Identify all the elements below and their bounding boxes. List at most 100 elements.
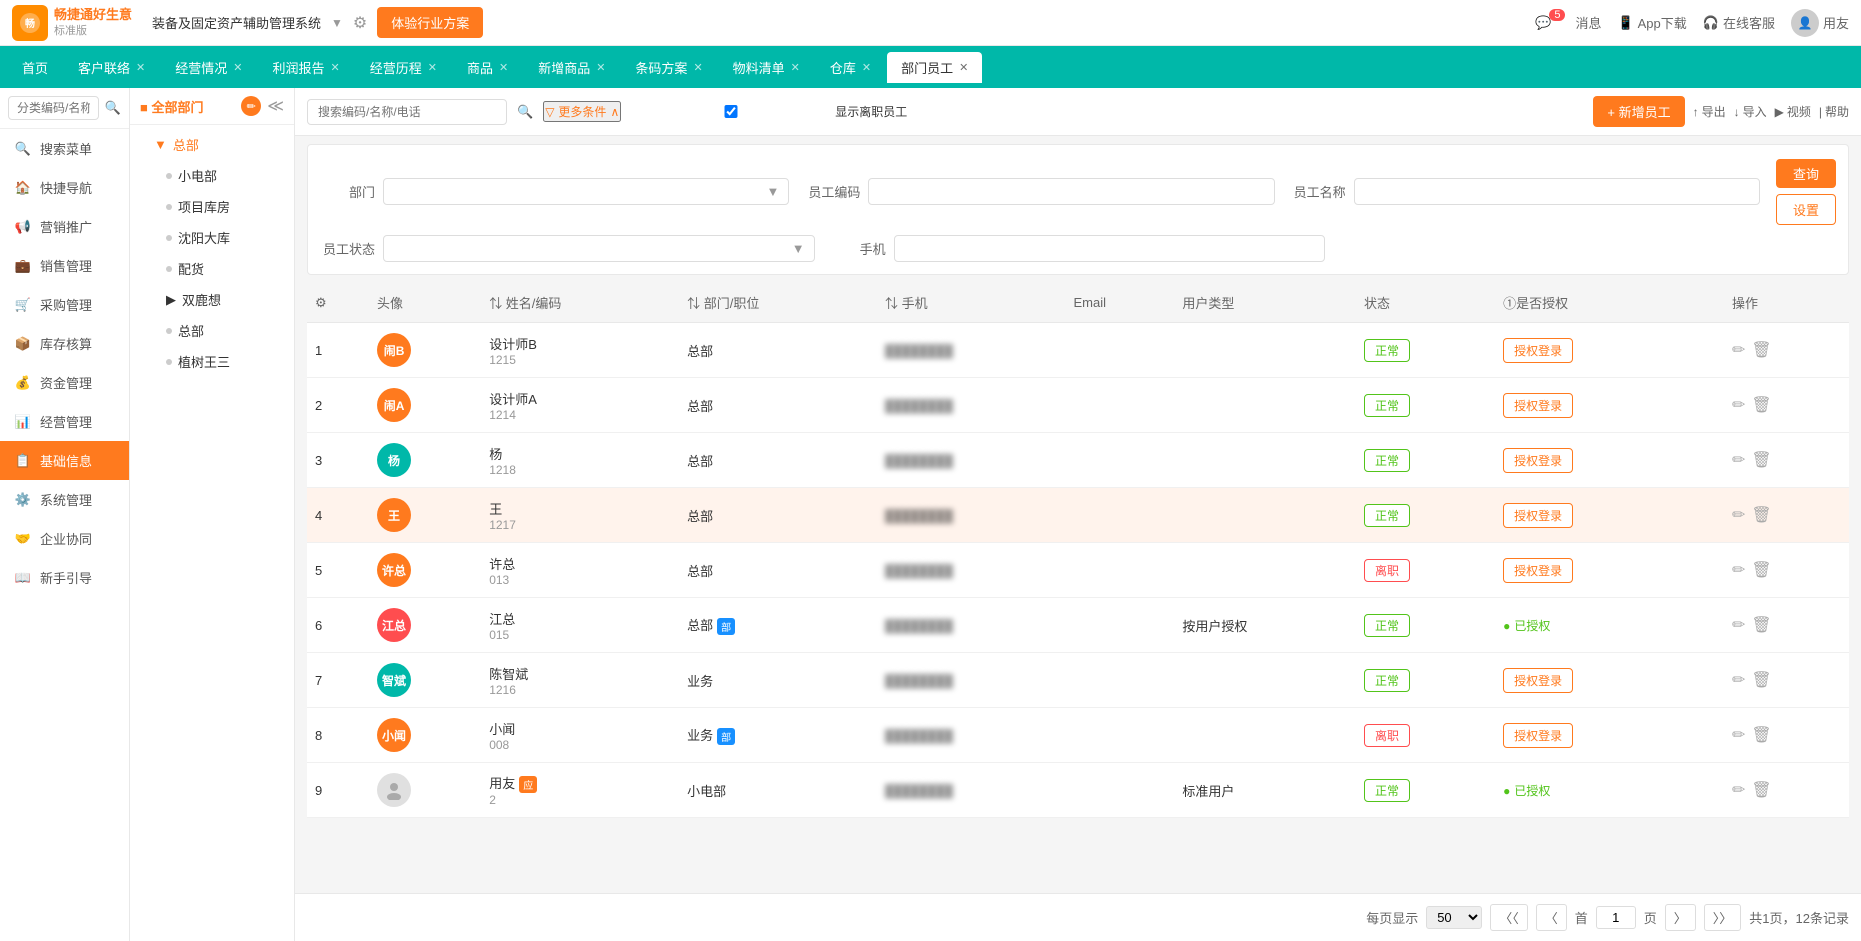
export-button[interactable]: ↑ 导出 xyxy=(1693,103,1726,120)
tab-history[interactable]: 经营历程✕ xyxy=(356,52,451,83)
tab-profit[interactable]: 利润报告✕ xyxy=(258,52,353,83)
auth-login-button[interactable]: 授权登录 xyxy=(1503,668,1573,693)
th-dept[interactable]: ⇅ 部门/职位 xyxy=(679,283,877,323)
set-button[interactable]: 设置 xyxy=(1776,194,1836,225)
edit-button[interactable]: ✏ xyxy=(1732,395,1745,415)
search-input[interactable] xyxy=(307,99,507,125)
dept-node-head[interactable]: ▼ 总部 xyxy=(130,129,294,160)
gear-icon[interactable]: ⚙ xyxy=(353,13,367,33)
delete-button[interactable]: 🗑 xyxy=(1751,395,1771,415)
emp-name-input[interactable] xyxy=(1354,178,1760,205)
delete-button[interactable]: 🗑 xyxy=(1751,670,1771,690)
sidebar-item-guide[interactable]: 📖 新手引导 xyxy=(0,558,129,597)
auth-login-button[interactable]: 授权登录 xyxy=(1503,723,1573,748)
sidebar-item-basic-info[interactable]: 📋 基础信息 xyxy=(0,441,129,480)
delete-button[interactable]: 🗑 xyxy=(1751,725,1771,745)
tab-business[interactable]: 经营情况✕ xyxy=(161,52,256,83)
delete-button[interactable]: 🗑 xyxy=(1751,340,1771,360)
search-icon-toolbar[interactable]: 🔍 xyxy=(517,104,533,120)
edit-button[interactable]: ✏ xyxy=(1732,615,1745,635)
emp-status-select[interactable] xyxy=(383,235,815,262)
sidebar-item-inventory[interactable]: 📦 库存核算 xyxy=(0,324,129,363)
close-icon[interactable]: ✕ xyxy=(791,61,800,74)
per-page-select[interactable]: 50 100 xyxy=(1426,906,1482,929)
tab-bom[interactable]: 物料清单✕ xyxy=(719,52,814,83)
dept-node-peihu[interactable]: 配货 xyxy=(130,253,294,284)
sidebar-item-sales[interactable]: 💼 销售管理 xyxy=(0,246,129,285)
close-icon[interactable]: ✕ xyxy=(596,61,605,74)
phone-input[interactable] xyxy=(894,235,1326,262)
dept-edit-icon[interactable]: ✏ xyxy=(241,96,261,116)
app-download-button[interactable]: 📱 App下载 xyxy=(1617,13,1686,32)
edit-button[interactable]: ✏ xyxy=(1732,670,1745,690)
next-page-button[interactable]: 〉 xyxy=(1665,904,1696,931)
dept-node-xiaodian[interactable]: 小电部 xyxy=(130,160,294,191)
delete-button[interactable]: 🗑 xyxy=(1751,780,1771,800)
show-resigned-input[interactable] xyxy=(631,105,831,118)
auth-login-button[interactable]: 授权登录 xyxy=(1503,338,1573,363)
close-icon[interactable]: ✕ xyxy=(499,61,508,74)
page-number-input[interactable] xyxy=(1596,906,1636,929)
th-phone[interactable]: ⇅ 手机 xyxy=(877,283,1065,323)
tab-warehouse[interactable]: 仓库✕ xyxy=(816,52,885,83)
close-icon[interactable]: ✕ xyxy=(959,61,968,74)
sidebar-item-purchase[interactable]: 🛒 采购管理 xyxy=(0,285,129,324)
delete-button[interactable]: 🗑 xyxy=(1751,615,1771,635)
tab-goods[interactable]: 商品✕ xyxy=(453,52,522,83)
sidebar-item-operations[interactable]: 📊 经营管理 xyxy=(0,402,129,441)
auth-login-button[interactable]: 授权登录 xyxy=(1503,393,1573,418)
tab-dept-staff[interactable]: 部门员工✕ xyxy=(887,52,982,83)
dept-node-shenyang[interactable]: 沈阳大库 xyxy=(130,222,294,253)
close-icon[interactable]: ✕ xyxy=(233,61,242,74)
edit-button[interactable]: ✏ xyxy=(1732,505,1745,525)
sidebar-item-finance[interactable]: 💰 资金管理 xyxy=(0,363,129,402)
online-service-button[interactable]: 🎧 在线客服 xyxy=(1703,13,1775,32)
th-settings[interactable]: ⚙ xyxy=(307,283,369,323)
trial-button[interactable]: 体验行业方案 xyxy=(377,7,483,38)
dept-select[interactable] xyxy=(383,178,789,205)
prev-page-button[interactable]: 〈 xyxy=(1536,904,1567,931)
tab-barcode[interactable]: 条码方案✕ xyxy=(621,52,716,83)
edit-button[interactable]: ✏ xyxy=(1732,450,1745,470)
dept-node-project[interactable]: 项目库房 xyxy=(130,191,294,222)
sidebar-search-input[interactable] xyxy=(8,96,99,120)
help-button[interactable]: | 帮助 xyxy=(1819,103,1849,120)
delete-button[interactable]: 🗑 xyxy=(1751,450,1771,470)
sidebar-search-icon[interactable]: 🔍 xyxy=(105,100,121,116)
auth-login-button[interactable]: 授权登录 xyxy=(1503,558,1573,583)
tab-customer[interactable]: 客户联络✕ xyxy=(64,52,159,83)
show-resigned-checkbox[interactable]: 显示离职员工 xyxy=(631,103,907,120)
close-icon[interactable]: ✕ xyxy=(331,61,340,74)
sidebar-item-marketing[interactable]: 📢 营销推广 xyxy=(0,207,129,246)
emp-code-input[interactable] xyxy=(868,178,1274,205)
video-button[interactable]: ▶ 视频 xyxy=(1775,103,1811,120)
sidebar-item-quicknav[interactable]: 🏠 快捷导航 xyxy=(0,168,129,207)
edit-button[interactable]: ✏ xyxy=(1732,780,1745,800)
sidebar-item-collab[interactable]: 🤝 企业协同 xyxy=(0,519,129,558)
collapse-button[interactable]: ≪ xyxy=(267,96,284,116)
delete-button[interactable]: 🗑 xyxy=(1751,560,1771,580)
th-name[interactable]: ⇅ 姓名/编码 xyxy=(481,283,679,323)
add-employee-button[interactable]: + 新增员工 xyxy=(1593,96,1684,127)
auth-login-button[interactable]: 授权登录 xyxy=(1503,448,1573,473)
import-button[interactable]: ↓ 导入 xyxy=(1734,103,1767,120)
dept-node-shuanglu[interactable]: ▶ 双鹿想 xyxy=(130,284,294,315)
dept-node-zongbu[interactable]: 总部 xyxy=(130,315,294,346)
tab-home[interactable]: 首页 xyxy=(8,52,62,83)
auth-login-button[interactable]: 授权登录 xyxy=(1503,503,1573,528)
close-icon[interactable]: ✕ xyxy=(136,61,145,74)
sidebar-item-search[interactable]: 🔍 搜索菜单 xyxy=(0,129,129,168)
dept-node-zhishu[interactable]: 植树王三 xyxy=(130,346,294,377)
close-icon[interactable]: ✕ xyxy=(862,61,871,74)
last-page-button[interactable]: 〉〉 xyxy=(1704,904,1742,931)
tab-add-goods[interactable]: 新增商品✕ xyxy=(524,52,619,83)
more-filters-button[interactable]: ▽ 更多条件 ∧ xyxy=(543,101,621,122)
edit-button[interactable]: ✏ xyxy=(1732,725,1745,745)
first-page-button[interactable]: 〈〈 xyxy=(1490,904,1528,931)
edit-button[interactable]: ✏ xyxy=(1732,340,1745,360)
delete-button[interactable]: 🗑 xyxy=(1751,505,1771,525)
close-icon[interactable]: ✕ xyxy=(693,61,702,74)
close-icon[interactable]: ✕ xyxy=(428,61,437,74)
user-area[interactable]: 👤 用友 xyxy=(1791,9,1849,37)
search-button[interactable]: 查询 xyxy=(1776,159,1836,188)
